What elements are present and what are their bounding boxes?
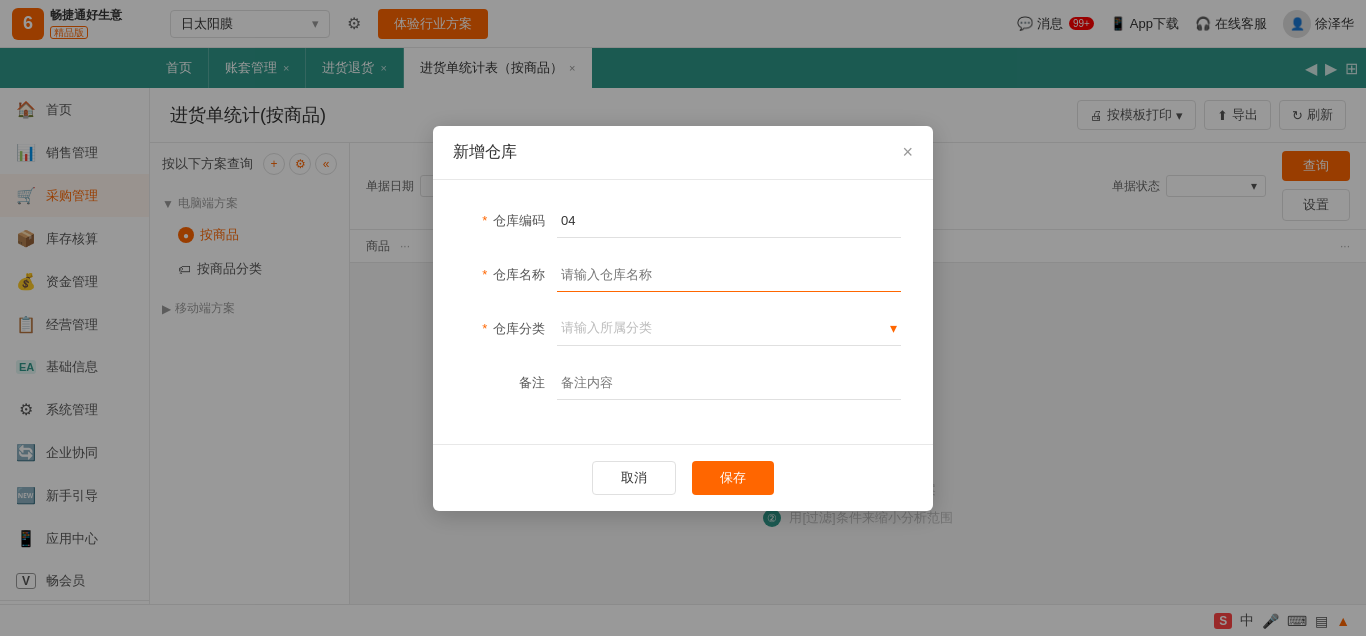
form-row-name: * 仓库名称 [465, 258, 901, 292]
note-input[interactable] [557, 366, 901, 400]
note-label: 备注 [465, 374, 545, 392]
dialog-close-button[interactable]: × [902, 142, 913, 163]
name-input[interactable] [557, 258, 901, 292]
note-label-text: 备注 [519, 375, 545, 390]
form-row-note: 备注 [465, 366, 901, 400]
code-label-text: 仓库编码 [493, 213, 545, 228]
dialog-footer: 取消 保存 [433, 444, 933, 511]
name-label-text: 仓库名称 [493, 267, 545, 282]
category-required-star: * [482, 321, 487, 336]
category-select[interactable]: 请输入所属分类 ▾ [557, 312, 901, 346]
form-row-code: * 仓库编码 [465, 204, 901, 238]
category-dropdown-arrow: ▾ [890, 320, 897, 336]
category-placeholder: 请输入所属分类 [561, 319, 652, 337]
modal-overlay: 新增仓库 × * 仓库编码 * 仓库名称 [0, 0, 1366, 636]
name-label: * 仓库名称 [465, 266, 545, 284]
new-warehouse-dialog: 新增仓库 × * 仓库编码 * 仓库名称 [433, 126, 933, 511]
cancel-button[interactable]: 取消 [592, 461, 676, 495]
form-row-category: * 仓库分类 请输入所属分类 ▾ [465, 312, 901, 346]
code-label: * 仓库编码 [465, 212, 545, 230]
name-required-star: * [482, 267, 487, 282]
category-label-text: 仓库分类 [493, 321, 545, 336]
dialog-header: 新增仓库 × [433, 126, 933, 180]
dialog-body: * 仓库编码 * 仓库名称 * 仓库分类 请输入 [433, 180, 933, 444]
save-button[interactable]: 保存 [692, 461, 774, 495]
category-label: * 仓库分类 [465, 320, 545, 338]
dialog-title: 新增仓库 [453, 142, 517, 163]
code-input[interactable] [557, 204, 901, 238]
code-required-star: * [482, 213, 487, 228]
